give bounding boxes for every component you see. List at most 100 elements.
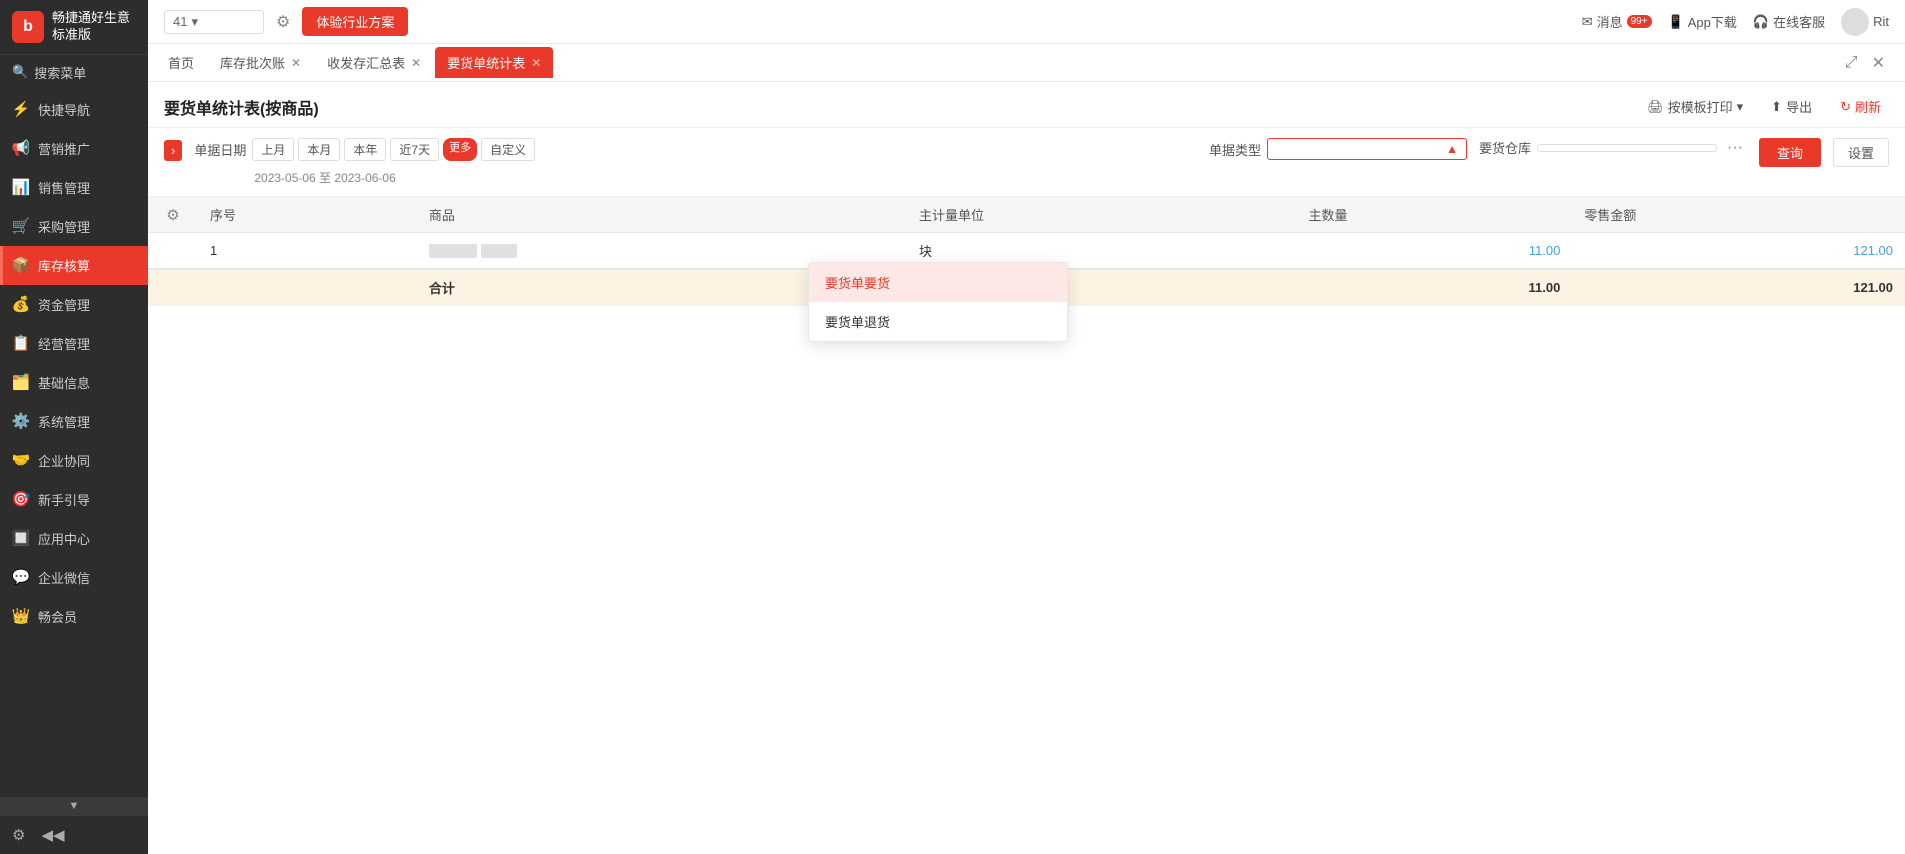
enterprise-icon: 🤝 [12, 451, 30, 469]
sidebar-item-weixin[interactable]: 💬 企业微信 [0, 558, 148, 597]
this-year-btn[interactable]: 本年 [344, 138, 386, 161]
tab-receive-summary[interactable]: 收发存汇总表 ✕ [315, 47, 433, 78]
online-service-item[interactable]: 🎧 在线客服 [1753, 12, 1825, 31]
search-icon: 🔍 [12, 64, 28, 80]
shortcut-icon: ⚡ [12, 100, 30, 118]
close-tab-receive-summary[interactable]: ✕ [411, 56, 421, 70]
doc-type-label: 单据类型 [1209, 140, 1261, 159]
this-month-btn[interactable]: 本月 [298, 138, 340, 161]
more-filters-btn[interactable]: ··· [1723, 139, 1747, 157]
row-no: 1 [198, 233, 417, 270]
warehouse-select[interactable] [1537, 144, 1717, 152]
guide-icon: 🎯 [12, 490, 30, 508]
sidebar-item-enterprise[interactable]: 🤝 企业协同 [0, 441, 148, 480]
sidebar-nav: ⚡ 快捷导航 📢 营销推广 📊 销售管理 🛒 采购管理 📦 库存核算 💰 资金管… [0, 90, 148, 797]
export-icon: ⬆ [1771, 99, 1782, 115]
sidebar-item-marketing[interactable]: 📢 营销推广 [0, 129, 148, 168]
close-tab-inventory-batch[interactable]: ✕ [291, 56, 301, 70]
sales-icon: 📊 [12, 178, 30, 196]
page-header: 要货单统计表(按商品) 🖨 按模板打印 ▾ ⬆ 导出 ↻ 刷新 [148, 82, 1905, 128]
tab-selector[interactable]: 41 ▾ [164, 10, 264, 34]
last-month-btn[interactable]: 上月 [252, 138, 294, 161]
warehouse-filter-group: 要货仓库 ··· [1479, 138, 1747, 157]
phone-icon: 📱 [1668, 14, 1684, 30]
more-dates-badge[interactable]: 更多 [443, 138, 477, 161]
app-logo: b [12, 11, 44, 43]
row-quantity[interactable]: 11.00 [1297, 233, 1573, 270]
sidebar-item-system[interactable]: ⚙️ 系统管理 [0, 402, 148, 441]
app-icon: 🔲 [12, 529, 30, 547]
doc-type-filter-group: 单据类型 ▲ [1209, 138, 1467, 160]
refresh-icon: ↻ [1840, 99, 1851, 115]
summary-amount: 121.00 [1572, 269, 1905, 306]
last-7-days-btn[interactable]: 近7天 [390, 138, 439, 161]
doc-type-select[interactable]: ▲ [1267, 138, 1467, 160]
query-button[interactable]: 查询 [1759, 138, 1821, 167]
dropdown-item-order-goods[interactable]: 要货单要货 [809, 263, 1067, 302]
sidebar-item-purchase[interactable]: 🛒 采购管理 [0, 207, 148, 246]
date-buttons: 上月 本月 本年 近7天 更多 自定义 [252, 138, 535, 161]
sidebar-item-app[interactable]: 🔲 应用中心 [0, 519, 148, 558]
export-button[interactable]: ⬆ 导出 [1763, 94, 1820, 119]
row-empty [148, 233, 198, 270]
summary-empty [148, 269, 417, 306]
settings-icon[interactable]: ⚙ [12, 826, 25, 844]
close-button[interactable]: ✕ [1868, 51, 1889, 75]
tab-home[interactable]: 首页 [156, 47, 206, 78]
fold-icon[interactable]: ◀◀ [41, 826, 64, 844]
row-amount[interactable]: 121.00 [1572, 233, 1905, 270]
page-title: 要货单统计表(按商品) [164, 95, 319, 119]
maximize-button[interactable]: ⤢ [1841, 52, 1862, 74]
th-unit: 主计量单位 [907, 197, 1297, 233]
doc-type-dropdown: 要货单要货 要货单退货 [808, 262, 1068, 342]
sidebar-item-sales[interactable]: 📊 销售管理 [0, 168, 148, 207]
main-area: 41 ▾ ⚙ 体验行业方案 ✉ 消息 99+ 📱 App下载 🎧 在线客服 R [148, 0, 1905, 854]
industry-button[interactable]: 体验行业方案 [302, 7, 408, 36]
sidebar-item-inventory[interactable]: 📦 库存核算 [0, 246, 148, 285]
refresh-button[interactable]: ↻ 刷新 [1832, 94, 1889, 119]
page-actions: 🖨 按模板打印 ▾ ⬆ 导出 ↻ 刷新 [1639, 94, 1889, 119]
sidebar-item-base[interactable]: 🗂️ 基础信息 [0, 363, 148, 402]
base-icon: 🗂️ [12, 373, 30, 391]
warehouse-label: 要货仓库 [1479, 138, 1531, 157]
sidebar-search[interactable]: 🔍 搜索菜单 [0, 55, 148, 90]
print-button[interactable]: 🖨 按模板打印 ▾ [1639, 94, 1751, 119]
content-area: 要货单统计表(按商品) 🖨 按模板打印 ▾ ⬆ 导出 ↻ 刷新 [148, 82, 1905, 854]
purchase-icon: 🛒 [12, 217, 30, 235]
operation-icon: 📋 [12, 334, 30, 352]
filter-bar: › 单据日期 上月 本月 本年 近7天 更多 自定义 [148, 128, 1905, 197]
tab-order-stats[interactable]: 要货单统计表 ✕ [435, 47, 553, 78]
product-code-placeholder [481, 244, 517, 258]
sidebar-scroll-down[interactable]: ▼ [0, 797, 148, 815]
bell-icon: ✉ [1582, 14, 1593, 30]
notifications-item[interactable]: ✉ 消息 99+ [1582, 12, 1652, 31]
marketing-icon: 📢 [12, 139, 30, 157]
avatar [1841, 8, 1869, 36]
system-icon: ⚙️ [12, 412, 30, 430]
gear-icon[interactable]: ⚙ [276, 12, 290, 32]
th-amount: 零售金额 [1572, 197, 1905, 233]
dropdown-item-order-return[interactable]: 要货单退货 [809, 302, 1067, 341]
app-download-item[interactable]: 📱 App下载 [1668, 12, 1737, 31]
set-button[interactable]: 设置 [1833, 138, 1889, 167]
expand-filter-button[interactable]: › [164, 140, 182, 161]
user-item[interactable]: Rit [1841, 8, 1889, 36]
header-left: 41 ▾ ⚙ 体验行业方案 [164, 7, 408, 36]
sidebar-item-operation[interactable]: 📋 经营管理 [0, 324, 148, 363]
chevron-down-icon: ▾ [191, 14, 198, 30]
close-tab-order-stats[interactable]: ✕ [531, 56, 541, 70]
user-name: Rit [1873, 14, 1889, 29]
sidebar-item-finance[interactable]: 💰 资金管理 [0, 285, 148, 324]
custom-date-btn[interactable]: 自定义 [481, 138, 535, 161]
sidebar-item-shortcut[interactable]: ⚡ 快捷导航 [0, 90, 148, 129]
print-icon: 🖨 [1647, 99, 1664, 115]
th-quantity: 主数量 [1297, 197, 1573, 233]
tab-inventory-batch[interactable]: 库存批次账 ✕ [208, 47, 313, 78]
weixin-icon: 💬 [12, 568, 30, 586]
sidebar-item-guide[interactable]: 🎯 新手引导 [0, 480, 148, 519]
sidebar-item-member[interactable]: 👑 畅会员 [0, 597, 148, 636]
th-gear[interactable]: ⚙ [148, 197, 198, 233]
chevron-down-icon: ▾ [1737, 99, 1744, 115]
settings-icon: ⚙ [166, 207, 179, 224]
filter-row: 单据日期 上月 本月 本年 近7天 更多 自定义 2023-05-06 至 20… [194, 138, 1185, 186]
